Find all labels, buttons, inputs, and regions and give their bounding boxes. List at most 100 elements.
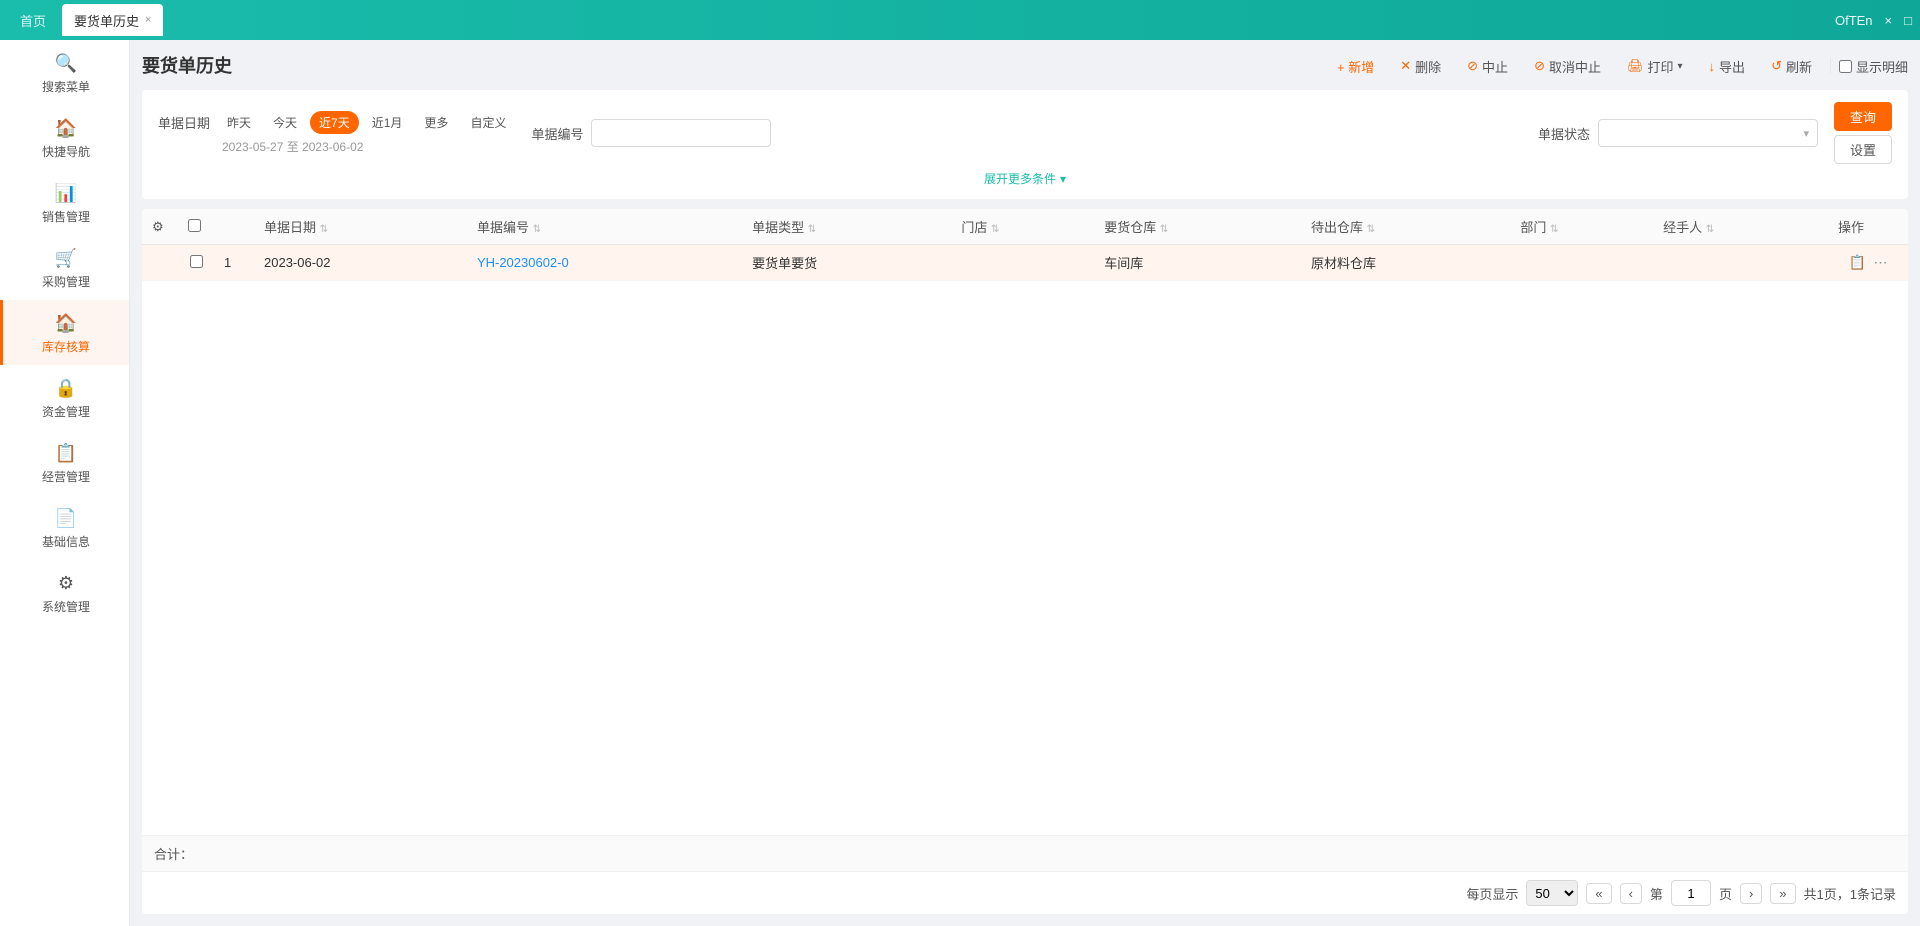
- tab-history-label: 要货单历史: [74, 11, 139, 30]
- first-page-btn[interactable]: «: [1586, 883, 1611, 904]
- row-handler: [1653, 245, 1828, 281]
- sidebar-item-search[interactable]: 🔍 搜索菜单: [0, 40, 129, 105]
- select-all-checkbox[interactable]: [188, 219, 201, 232]
- billno-input[interactable]: [591, 119, 771, 147]
- date-btn-more[interactable]: 更多: [415, 111, 457, 134]
- query-buttons: 查询 设置: [1834, 102, 1892, 164]
- prev-page-btn[interactable]: ‹: [1620, 883, 1642, 904]
- col-handler[interactable]: 经手人 ⇅: [1653, 209, 1828, 245]
- refresh-icon: ↺: [1771, 58, 1782, 74]
- row-index: 1: [214, 245, 254, 281]
- last-page-btn[interactable]: »: [1770, 883, 1795, 904]
- table-header-row: ⚙ 单据日期 ⇅ 单据编号 ⇅ 单据类型 ⇅ 门店 ⇅ 要货仓库 ⇅ 待出仓库 …: [142, 209, 1908, 245]
- next-page-btn[interactable]: ›: [1740, 883, 1762, 904]
- row-req-warehouse: 车间库: [1094, 245, 1301, 281]
- delete-icon: ✕: [1400, 58, 1411, 74]
- page-size-select[interactable]: 50 10 20 100: [1526, 880, 1578, 906]
- filter-card: 单据日期 昨天 今天 近7天 近1月 更多 自定义 2023-05-27 至 2…: [142, 90, 1908, 199]
- tab-home-label: 首页: [20, 11, 46, 30]
- page-label: 第: [1650, 884, 1663, 903]
- display-cell-input[interactable]: [1839, 60, 1852, 73]
- col-wait-warehouse[interactable]: 待出仓库 ⇅: [1301, 209, 1510, 245]
- sidebar-item-finance[interactable]: 🔒 资金管理: [0, 365, 129, 430]
- status-select[interactable]: ▾: [1598, 119, 1818, 147]
- date-btn-1month[interactable]: 近1月: [363, 111, 412, 134]
- purchase-icon: 🛒: [55, 249, 77, 267]
- status-filter: 单据状态 ▾: [1538, 119, 1818, 147]
- date-btn-today[interactable]: 今天: [264, 111, 306, 134]
- export-button[interactable]: ↓ 导出: [1699, 53, 1756, 80]
- sidebar-system-label: 系统管理: [42, 598, 90, 615]
- billno-link[interactable]: YH-20230602-0: [477, 255, 569, 270]
- date-btn-7days[interactable]: 近7天: [310, 111, 359, 134]
- data-table: ⚙ 单据日期 ⇅ 单据编号 ⇅ 单据类型 ⇅ 门店 ⇅ 要货仓库 ⇅ 待出仓库 …: [142, 209, 1908, 281]
- status-label: 单据状态: [1538, 124, 1590, 143]
- print-button[interactable]: 🖨 打印 ▾: [1617, 53, 1693, 80]
- search-icon: 🔍: [55, 54, 77, 72]
- table-scroll[interactable]: ⚙ 单据日期 ⇅ 单据编号 ⇅ 单据类型 ⇅ 门店 ⇅ 要货仓库 ⇅ 待出仓库 …: [142, 209, 1908, 835]
- close-window-icon[interactable]: ×: [1885, 13, 1893, 28]
- date-btn-yesterday[interactable]: 昨天: [218, 111, 260, 134]
- close-tab-icon[interactable]: ×: [145, 14, 151, 26]
- page-size-label: 每页显示: [1466, 884, 1518, 903]
- sidebar-search-label: 搜索菜单: [42, 78, 90, 95]
- new-button[interactable]: + 新增: [1327, 53, 1384, 80]
- col-ops: 操作: [1828, 209, 1908, 245]
- sidebar-item-quicknav[interactable]: 🏠 快捷导航: [0, 105, 129, 170]
- sidebar-inventory-label: 库存核算: [42, 338, 90, 355]
- tab-home[interactable]: 首页: [8, 4, 58, 36]
- query-button[interactable]: 查询: [1834, 102, 1892, 131]
- settings-button[interactable]: 设置: [1834, 135, 1892, 164]
- content-area: 要货单历史 + 新增 ✕ 删除 ⊘ 中止 ⊘ 取消中止 🖨 打印: [130, 40, 1920, 926]
- row-checkbox[interactable]: [178, 245, 214, 281]
- date-range-text: 2023-05-27 至 2023-06-02: [222, 138, 363, 155]
- sidebar-item-sales[interactable]: 📊 销售管理: [0, 170, 129, 235]
- often-label[interactable]: OfTEn: [1835, 13, 1873, 28]
- print-icon: 🖨: [1627, 58, 1644, 74]
- col-billno[interactable]: 单据编号 ⇅: [467, 209, 742, 245]
- row-billno: YH-20230602-0: [467, 245, 742, 281]
- sidebar-item-system[interactable]: ⚙ 系统管理: [0, 560, 129, 625]
- col-type[interactable]: 单据类型 ⇅: [742, 209, 951, 245]
- page-unit: 页: [1719, 884, 1732, 903]
- row-select-checkbox[interactable]: [190, 255, 203, 268]
- sidebar-item-purchase[interactable]: 🛒 采购管理: [0, 235, 129, 300]
- display-cell-checkbox[interactable]: 显示明细: [1839, 57, 1908, 76]
- col-req-warehouse[interactable]: 要货仓库 ⇅: [1094, 209, 1301, 245]
- pagination-bar: 每页显示 50 10 20 100 « ‹ 第 页 › » 共1页，1条记录: [142, 871, 1908, 914]
- row-wait-warehouse: 原材料仓库: [1301, 245, 1510, 281]
- date-filter-label: 单据日期: [158, 113, 210, 132]
- col-dept[interactable]: 部门 ⇅: [1510, 209, 1653, 245]
- sidebar-sales-label: 销售管理: [42, 208, 90, 225]
- page-title: 要货单历史: [142, 52, 232, 78]
- sidebar-finance-label: 资金管理: [42, 403, 90, 420]
- refresh-button[interactable]: ↺ 刷新: [1761, 53, 1822, 80]
- col-date[interactable]: 单据日期 ⇅: [254, 209, 467, 245]
- status-dropdown-icon: ▾: [1803, 127, 1809, 140]
- col-store[interactable]: 门店 ⇅: [951, 209, 1094, 245]
- more-ops-icon[interactable]: ⋯: [1874, 254, 1888, 270]
- maximize-icon[interactable]: □: [1904, 13, 1912, 28]
- sidebar-item-basic[interactable]: 📄 基础信息: [0, 495, 129, 560]
- basic-icon: 📄: [55, 509, 77, 527]
- sidebar-item-inventory[interactable]: 🏠 库存核算: [0, 300, 129, 365]
- sidebar-item-operations[interactable]: 📋 经营管理: [0, 430, 129, 495]
- cancel-stop-icon: ⊘: [1534, 58, 1545, 74]
- tab-history[interactable]: 要货单历史 ×: [62, 4, 163, 36]
- row-dept: [1510, 245, 1653, 281]
- billno-label: 单据编号: [531, 124, 583, 143]
- expand-more-btn[interactable]: 展开更多条件 ▾: [158, 170, 1892, 187]
- table-footer: 合计：: [142, 835, 1908, 871]
- delete-button[interactable]: ✕ 删除: [1390, 53, 1451, 80]
- current-page-input[interactable]: [1671, 880, 1711, 906]
- row-date: 2023-06-02: [254, 245, 467, 281]
- finance-icon: 🔒: [55, 379, 77, 397]
- sidebar-operations-label: 经营管理: [42, 468, 90, 485]
- operations-icon: 📋: [55, 444, 77, 462]
- stop-button[interactable]: ⊘ 中止: [1457, 53, 1518, 80]
- cancel-stop-button[interactable]: ⊘ 取消中止: [1524, 53, 1611, 80]
- edit-icon[interactable]: 📋: [1848, 254, 1865, 270]
- chevron-down-icon: ▾: [1060, 172, 1066, 186]
- date-btn-custom[interactable]: 自定义: [461, 111, 515, 134]
- col-settings[interactable]: ⚙: [142, 209, 178, 245]
